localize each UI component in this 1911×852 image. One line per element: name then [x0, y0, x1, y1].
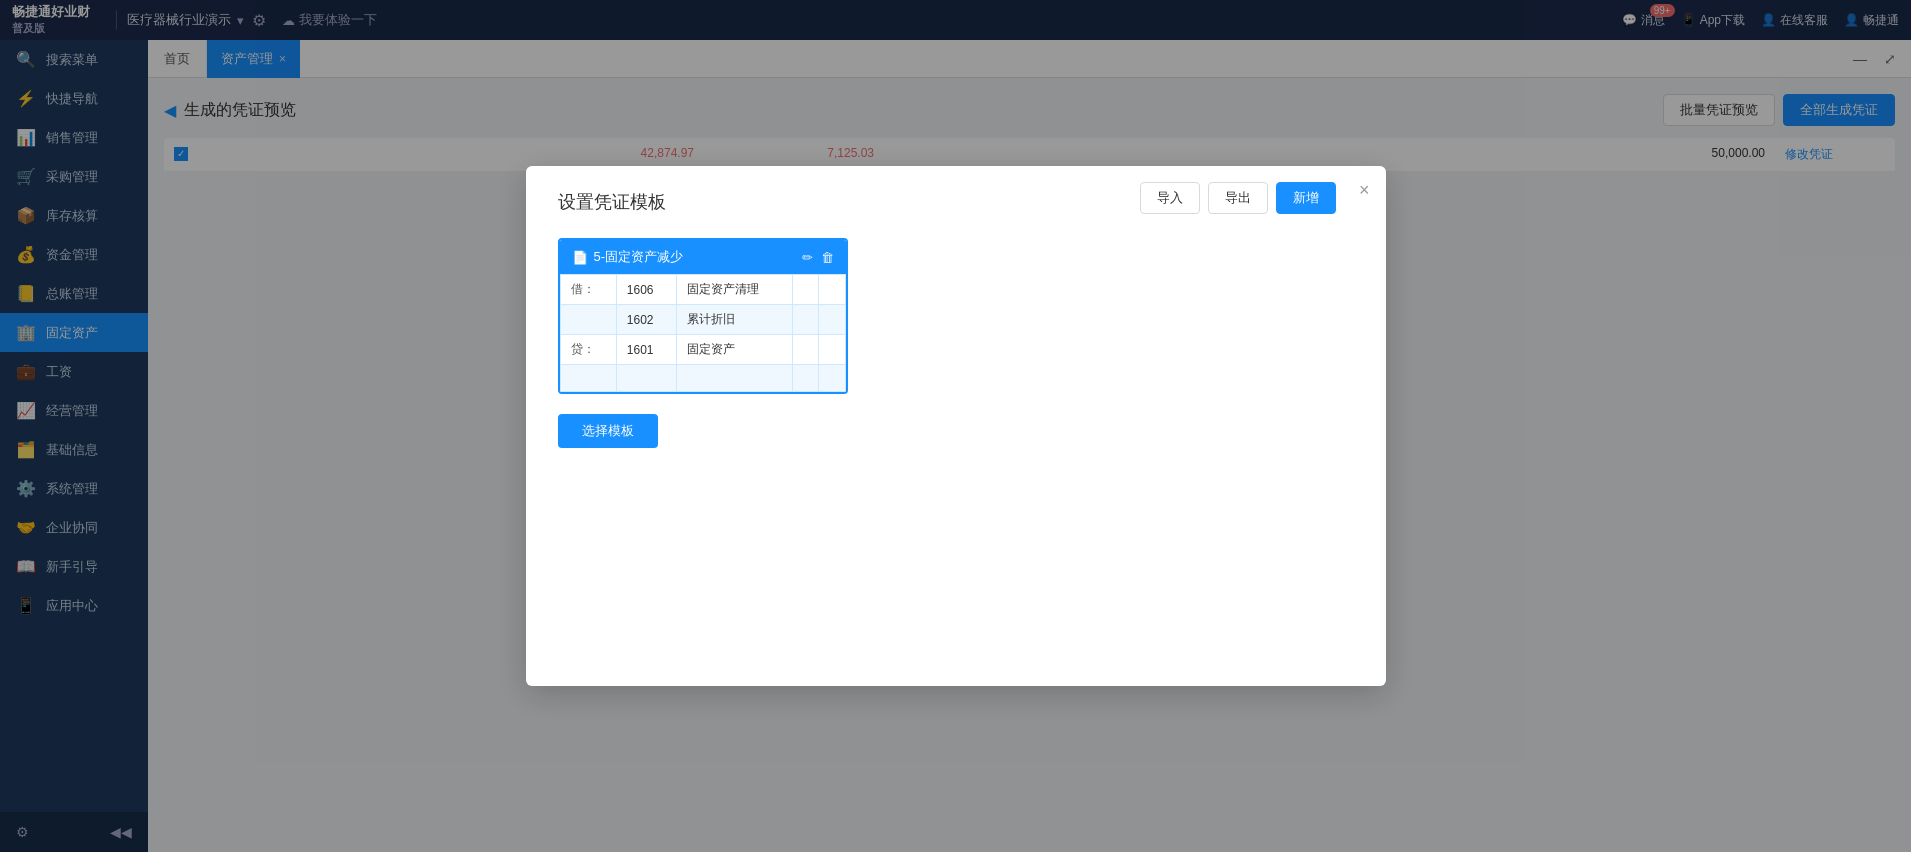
new-template-button[interactable]: 新增	[1276, 182, 1336, 214]
template-cell-name: 累计折旧	[676, 305, 792, 335]
import-button[interactable]: 导入	[1140, 182, 1200, 214]
template-cell-debit	[792, 335, 818, 365]
modal-close-button[interactable]: ×	[1359, 180, 1370, 201]
export-button[interactable]: 导出	[1208, 182, 1268, 214]
template-cell-side: 借：	[560, 275, 616, 305]
template-cell-debit	[792, 305, 818, 335]
template-card: 📄 5-固定资产减少 ✏ 🗑	[558, 238, 848, 394]
template-entries-table: 借： 1606 固定资产清理 1602	[560, 274, 846, 392]
template-edit-icon[interactable]: ✏	[802, 250, 813, 265]
template-cell-name: 固定资产清理	[676, 275, 792, 305]
template-doc-icon: 📄	[572, 250, 588, 265]
template-cell-side	[560, 305, 616, 335]
template-cell-code: 1606	[616, 275, 676, 305]
template-actions: ✏ 🗑	[802, 250, 834, 265]
template-cell-credit	[819, 275, 845, 305]
select-template-button[interactable]: 选择模板	[558, 414, 658, 448]
template-cell-empty	[792, 365, 818, 392]
template-delete-icon[interactable]: 🗑	[821, 250, 834, 265]
template-cell-name: 固定资产	[676, 335, 792, 365]
template-cell-side: 贷：	[560, 335, 616, 365]
modal-overlay: 设置凭证模板 导入 导出 新增 ×	[148, 78, 1911, 852]
template-card-header: 📄 5-固定资产减少 ✏ 🗑	[560, 240, 846, 274]
template-cell-credit	[819, 335, 845, 365]
modal-action-buttons: 导入 导出 新增	[1140, 182, 1336, 214]
page-content: ◀ 生成的凭证预览 批量凭证预览 全部生成凭证 ✓	[148, 78, 1911, 852]
template-title: 📄 5-固定资产减少	[572, 248, 684, 266]
template-cell-empty	[819, 365, 845, 392]
template-cell-code: 1602	[616, 305, 676, 335]
template-row	[560, 365, 845, 392]
template-cell-empty	[676, 365, 792, 392]
template-cell-credit	[819, 305, 845, 335]
content-area: 首页 资产管理 × — ⤢ ◀ 生成的凭证预览	[148, 40, 1911, 852]
template-cell-debit	[792, 275, 818, 305]
template-cell-empty	[616, 365, 676, 392]
modal-set-template: 设置凭证模板 导入 导出 新增 ×	[526, 166, 1386, 686]
template-row: 贷： 1601 固定资产	[560, 335, 845, 365]
template-cell-empty	[560, 365, 616, 392]
template-cell-code: 1601	[616, 335, 676, 365]
template-row: 1602 累计折旧	[560, 305, 845, 335]
template-row: 借： 1606 固定资产清理	[560, 275, 845, 305]
